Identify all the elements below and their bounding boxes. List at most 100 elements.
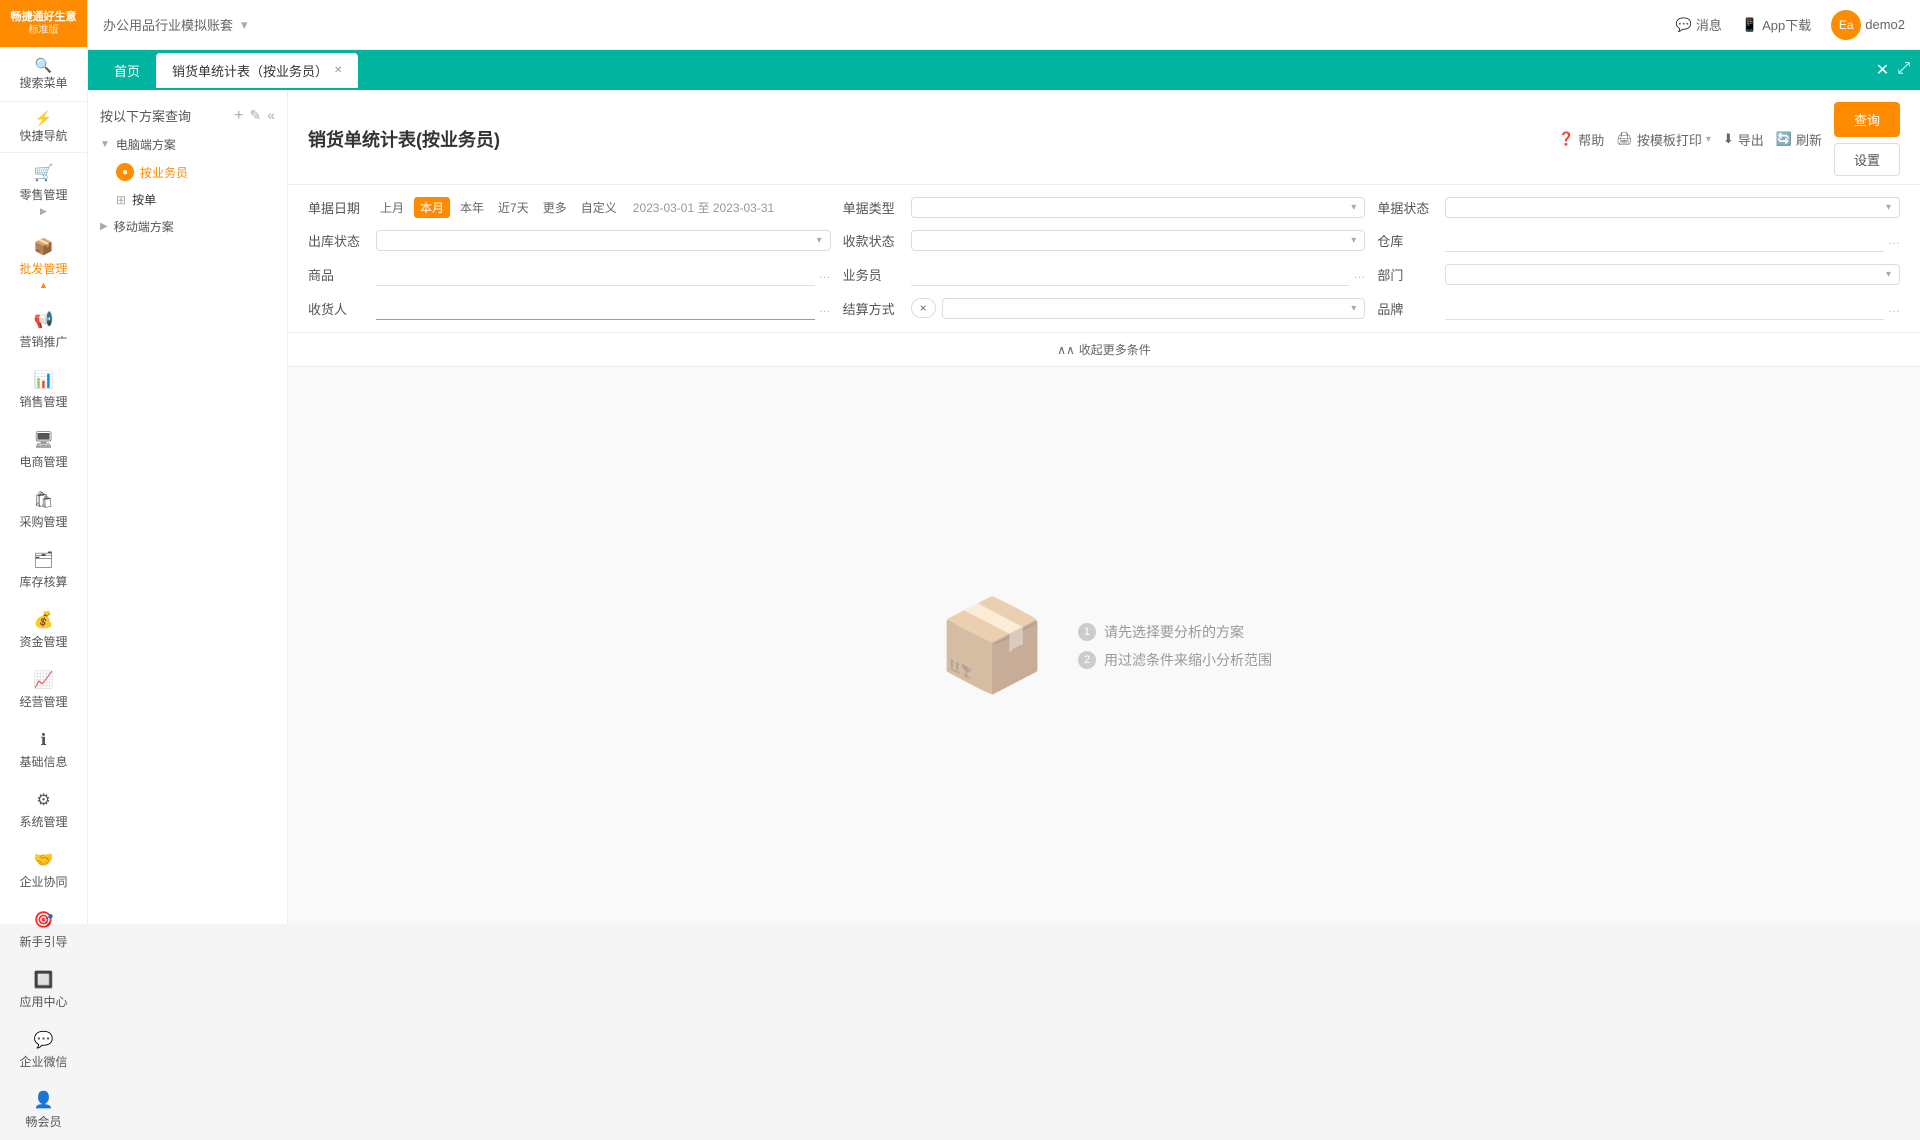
close-window-icon[interactable]: ✕: [1876, 60, 1889, 80]
receiver-input[interactable]: [376, 296, 815, 320]
settlement-select[interactable]: ▾: [942, 298, 1366, 319]
warehouse-more-icon[interactable]: …: [1888, 233, 1900, 247]
industry-label: 办公用品行业模拟账套: [103, 15, 233, 34]
date-tab-this-year[interactable]: 本年: [456, 197, 488, 218]
scheme-header-label: 按以下方案查询: [100, 106, 191, 125]
sidebar-item-retail[interactable]: 🛒 零售管理 ▶: [0, 153, 87, 227]
date-label: 单据日期: [308, 198, 368, 217]
date-tab-last-month[interactable]: 上月: [376, 197, 408, 218]
settings-button[interactable]: 设置: [1834, 143, 1900, 176]
hint-number-2: 2: [1078, 651, 1096, 669]
sidebar-item-system[interactable]: ⚙ 系统管理: [0, 780, 87, 840]
page-title: 销货单统计表(按业务员): [308, 126, 500, 152]
sidebar-item-wholesale[interactable]: 📦 批发管理 ▲: [0, 227, 87, 300]
department-filter-item: 部门 ▾: [1377, 262, 1900, 286]
scheme-by-salesman[interactable]: ● 按业务员: [104, 158, 287, 186]
sidebar-item-ecommerce[interactable]: 🖥 电商管理: [0, 420, 87, 480]
date-tab-7days[interactable]: 近7天: [494, 197, 533, 218]
date-tabs: 上月 本月 本年 近7天 更多 自定义: [376, 197, 621, 218]
query-button[interactable]: 查询: [1834, 102, 1900, 137]
sidebar-item-inventory[interactable]: 🗂 库存核算: [0, 540, 87, 600]
sidebar-item-apps[interactable]: 🔲 应用中心: [0, 960, 87, 1020]
scheme-desktop[interactable]: ▼ 电脑端方案: [88, 131, 287, 158]
receiver-more-icon[interactable]: …: [819, 301, 831, 315]
message-button[interactable]: 💬 消息: [1676, 15, 1722, 34]
sidebar-item-operations[interactable]: 📈 经营管理: [0, 660, 87, 720]
brand-input[interactable]: [1445, 296, 1884, 320]
sidebar-item-wechat[interactable]: 💬 企业微信: [0, 1020, 87, 1080]
logo-line2: 标准版: [11, 24, 77, 37]
sidebar-item-finance[interactable]: 💰 资金管理: [0, 600, 87, 660]
date-tab-this-month[interactable]: 本月: [414, 197, 450, 218]
sidebar-item-sales[interactable]: 📊 销售管理: [0, 360, 87, 420]
app-logo: 畅捷通好生意 标准版: [0, 0, 87, 47]
collect-status-dropdown-icon: ▾: [1351, 235, 1356, 246]
order-type-label: 单据类型: [843, 198, 903, 217]
app-download-button[interactable]: 📱 App下载: [1742, 15, 1811, 34]
inventory-icon: 🗂: [33, 550, 53, 570]
sidebar-item-purchase[interactable]: 🛍 采购管理: [0, 480, 87, 540]
edit-scheme-icon[interactable]: ✎: [249, 107, 261, 125]
date-tab-more[interactable]: 更多: [539, 197, 571, 218]
scheme-mobile-label: 移动端方案: [114, 218, 174, 235]
collab-icon: 🤝: [34, 850, 54, 870]
warehouse-label: 仓库: [1377, 231, 1437, 250]
sidebar-item-basic-info[interactable]: ℹ 基础信息: [0, 720, 87, 780]
add-scheme-icon[interactable]: +: [234, 107, 243, 125]
order-type-select[interactable]: ▾: [911, 197, 1366, 218]
out-status-dropdown-icon: ▾: [817, 235, 822, 246]
order-status-select[interactable]: ▾: [1445, 197, 1900, 218]
quick-nav-item[interactable]: ⚡ 快捷导航: [0, 102, 87, 153]
tab-sales-stats[interactable]: 销货单统计表（按业务员） ✕: [156, 53, 358, 88]
scheme-panel-header: 按以下方案查询 + ✎ «: [88, 100, 287, 131]
collapse-filter-button[interactable]: ∧∧ 收起更多条件: [288, 333, 1920, 367]
department-select[interactable]: ▾: [1445, 264, 1900, 285]
refresh-button[interactable]: 🔄 刷新: [1776, 130, 1822, 149]
settlement-tag: ×: [911, 298, 936, 318]
empty-hint-2: 2 用过滤条件来缩小分析范围: [1078, 650, 1272, 670]
goods-input[interactable]: [376, 262, 815, 286]
help-button[interactable]: ❓ 帮助: [1558, 130, 1604, 149]
goods-more-icon[interactable]: …: [819, 267, 831, 281]
sidebar-item-marketing[interactable]: 📢 营销推广: [0, 300, 87, 360]
tab-close-icon[interactable]: ✕: [334, 65, 342, 76]
order-status-filter-item: 单据状态 ▾: [1377, 197, 1900, 218]
scheme-salesman-label: 按业务员: [140, 164, 188, 181]
collect-status-select[interactable]: ▾: [911, 230, 1366, 251]
out-status-filter-item: 出库状态 ▾: [308, 228, 831, 252]
right-content-area: 销货单统计表(按业务员) ❓ 帮助 🖨 按模板打印 ▾ ⬇ 导出: [288, 90, 1920, 924]
scheme-by-order[interactable]: ⊞ 按单: [104, 186, 287, 213]
empty-hints: 1 请先选择要分析的方案 2 用过滤条件来缩小分析范围: [1078, 622, 1272, 670]
sidebar-item-guide[interactable]: 🎯 新手引导: [0, 900, 87, 960]
department-label: 部门: [1377, 265, 1437, 284]
avatar: Ea: [1831, 10, 1861, 40]
salesman-more-icon[interactable]: …: [1353, 267, 1365, 281]
user-menu[interactable]: Ea demo2: [1831, 10, 1905, 40]
salesman-input[interactable]: [911, 262, 1350, 286]
tab-home[interactable]: 首页: [98, 53, 156, 88]
collapse-panel-icon[interactable]: «: [267, 107, 275, 125]
date-tab-custom[interactable]: 自定义: [577, 197, 621, 218]
settlement-tag-close[interactable]: ×: [920, 301, 927, 315]
scheme-order-icon: ⊞: [116, 193, 126, 207]
out-status-select[interactable]: ▾: [376, 230, 831, 251]
maximize-icon[interactable]: ⤢: [1897, 60, 1910, 80]
help-icon: ❓: [1558, 131, 1574, 147]
scheme-active-icon: ●: [116, 163, 134, 181]
scheme-mobile[interactable]: ▶ 移动端方案: [88, 213, 287, 240]
search-menu-item[interactable]: 🔍 搜索菜单: [0, 47, 87, 102]
export-button[interactable]: ⬇ 导出: [1723, 130, 1764, 149]
date-filter-controls: 上月 本月 本年 近7天 更多 自定义 2023-03-01 至 2023-03…: [376, 197, 831, 218]
warehouse-input[interactable]: [1445, 228, 1884, 252]
brand-more-icon[interactable]: …: [1888, 301, 1900, 315]
sidebar-item-collab[interactable]: 🤝 企业协同: [0, 840, 87, 900]
settlement-dropdown-icon: ▾: [1351, 303, 1356, 314]
scheme-header-icons: + ✎ «: [234, 107, 275, 125]
empty-state: 📦 1 请先选择要分析的方案 2 用过滤条件来缩小分析范围: [936, 593, 1272, 698]
sidebar-item-member[interactable]: 👤 畅会员: [0, 1080, 87, 1140]
industry-dropdown-icon[interactable]: ▾: [241, 17, 248, 33]
download-icon: 📱: [1742, 17, 1758, 33]
marketing-icon: 📢: [34, 310, 54, 330]
template-print-button[interactable]: 🖨 按模板打印 ▾: [1616, 130, 1711, 149]
sales-tab-label: 销货单统计表（按业务员）: [172, 61, 328, 80]
